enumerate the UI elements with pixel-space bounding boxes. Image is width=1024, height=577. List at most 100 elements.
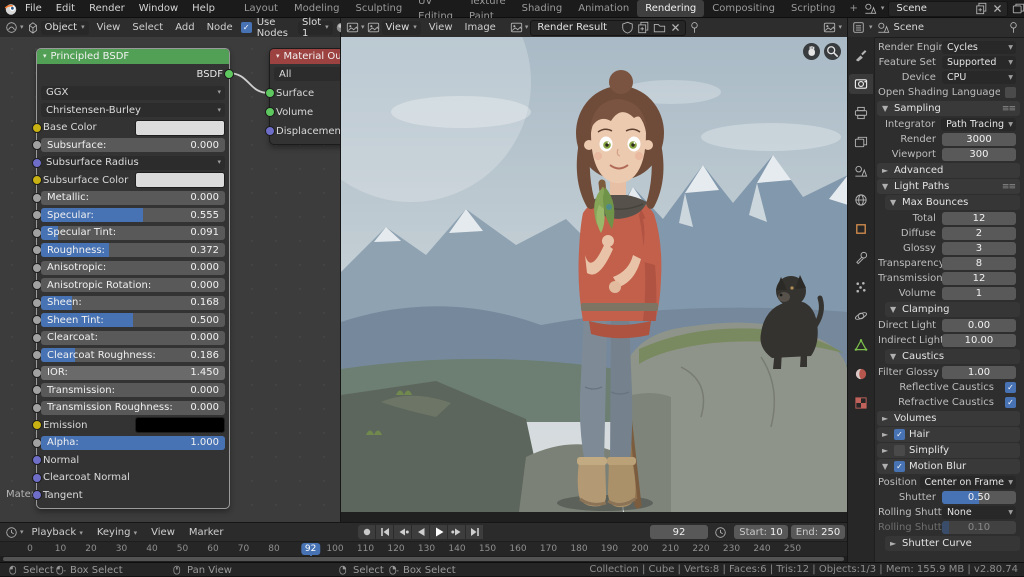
editor-type-chevron[interactable]: ▾ <box>20 529 24 536</box>
input-socket[interactable] <box>265 126 275 136</box>
prop-rolling-shutter-dropdown[interactable]: None▾ <box>942 506 1016 519</box>
workspace-tab-modeling[interactable]: Modeling <box>286 0 348 17</box>
shader-menu-node[interactable]: Node <box>201 18 239 37</box>
image-datablock-field[interactable]: Render Result <box>530 20 686 36</box>
prop-shutter-curve-section[interactable]: ►Shutter Curve <box>885 536 1020 551</box>
principled-row-anisotropic-rotation[interactable]: Anisotropic Rotation:0.000 <box>41 278 225 292</box>
color-swatch[interactable] <box>135 417 225 433</box>
input-socket[interactable] <box>32 490 42 500</box>
properties-tab-physics[interactable] <box>849 306 873 326</box>
properties-tab-tool[interactable] <box>849 45 873 65</box>
prop-hair-checkbox[interactable]: ✓ <box>894 429 905 440</box>
prop-simplify-checkbox[interactable] <box>894 445 905 456</box>
scene-icon[interactable] <box>864 2 877 15</box>
display-channels-chevron[interactable]: ▾ <box>838 24 842 31</box>
preset-menu-icon[interactable]: ≡≡ <box>1002 182 1015 192</box>
output-target-row[interactable]: All <box>274 67 340 81</box>
menu-help[interactable]: Help <box>185 0 222 18</box>
frame-end-field[interactable]: End:250 <box>791 525 845 539</box>
zoom-view-button[interactable] <box>824 43 841 60</box>
prop-refractive-caustics-checkbox[interactable]: ✓ <box>1005 397 1016 408</box>
pan-view-button[interactable] <box>803 43 820 60</box>
shader-menu-add[interactable]: Add <box>169 18 200 37</box>
view-menu[interactable]: View <box>145 523 181 542</box>
input-socket[interactable] <box>265 88 275 98</box>
prop-clamping-section[interactable]: ▼Clamping <box>885 302 1020 317</box>
prop-diffuse-value[interactable]: 2 <box>942 227 1016 240</box>
properties-tab-texture[interactable] <box>849 393 873 413</box>
prop-sampling-section[interactable]: ▼Sampling≡≡ <box>877 101 1020 116</box>
bsdf-output-socket[interactable] <box>224 69 234 79</box>
properties-tab-output[interactable] <box>849 103 873 123</box>
duplicate-icon[interactable] <box>975 2 988 15</box>
image-editor-canvas[interactable] <box>341 37 847 522</box>
playback-menu[interactable]: Playback ▾ <box>26 523 89 542</box>
principled-row-clearcoat-roughness[interactable]: Clearcoat Roughness:0.186 <box>41 348 225 362</box>
prop-volume-value[interactable]: 1 <box>942 287 1016 300</box>
add-workspace-button[interactable]: + <box>843 3 863 14</box>
prop-hair-section[interactable]: ►✓Hair <box>877 427 1020 442</box>
close-icon[interactable] <box>669 21 682 34</box>
principled-row-base-color[interactable]: Base Color <box>41 121 225 135</box>
shader-mode-dropdown[interactable]: Object▾ <box>41 21 89 35</box>
play-button[interactable] <box>430 525 447 539</box>
view-layer-icon[interactable] <box>1012 2 1024 15</box>
input-socket[interactable] <box>32 123 42 133</box>
new-image-icon[interactable] <box>637 21 650 34</box>
principled-bsdf-node[interactable]: ▾ Principled BSDF BSDF GGX▾Christensen-B… <box>36 48 230 509</box>
menu-render[interactable]: Render <box>82 0 132 18</box>
frame-start-field[interactable]: Start:10 <box>734 525 788 539</box>
input-socket[interactable] <box>265 107 275 117</box>
image-editor-type-icon[interactable] <box>346 21 359 34</box>
menu-window[interactable]: Window <box>132 0 185 18</box>
principled-row-ior[interactable]: IOR:1.450 <box>41 366 225 380</box>
principled-row-transmission-roughness[interactable]: Transmission Roughness:0.000 <box>41 401 225 415</box>
pin-icon[interactable] <box>1007 21 1020 34</box>
prop-shutter-slider[interactable]: 0.50 <box>942 491 1016 504</box>
properties-editor-type-icon[interactable] <box>852 21 865 34</box>
principled-row-subsurface-radius[interactable]: Subsurface Radius▾ <box>41 156 225 170</box>
input-socket[interactable] <box>32 455 42 465</box>
principled-row-alpha[interactable]: Alpha:1.000 <box>41 436 225 450</box>
display-mode-dropdown[interactable]: View▾ <box>382 21 421 35</box>
current-frame-field[interactable]: 92 <box>650 525 708 539</box>
prev-keyframe-button[interactable] <box>394 525 411 539</box>
prop-rolling-shutter-dur-slider[interactable]: 0.10 <box>942 521 1016 534</box>
output-input-surface[interactable]: Surface <box>274 86 340 100</box>
workspace-tab-rendering[interactable]: Rendering <box>637 0 704 17</box>
scene-selector[interactable]: Scene <box>888 1 1008 17</box>
prop-filter-glossy-value[interactable]: 1.00 <box>942 366 1016 379</box>
blender-logo-icon[interactable] <box>4 2 18 16</box>
input-socket[interactable] <box>32 175 42 185</box>
principled-row-tangent[interactable]: Tangent <box>41 488 225 502</box>
properties-tab-material[interactable] <box>849 364 873 384</box>
clock-icon[interactable] <box>714 526 727 539</box>
prop-transmission-value[interactable]: 12 <box>942 272 1016 285</box>
workspace-tab-sculpting[interactable]: Sculpting <box>347 0 410 17</box>
prop-open-shading-language-checkbox[interactable] <box>1005 87 1016 98</box>
color-swatch[interactable] <box>135 120 225 136</box>
workspace-tab-shading[interactable]: Shading <box>514 0 571 17</box>
principled-row-normal[interactable]: Normal <box>41 453 225 467</box>
jump-first-button[interactable] <box>376 525 393 539</box>
use-nodes-checkbox[interactable]: ✓ <box>241 22 252 33</box>
prop-light-paths-section[interactable]: ▼Light Paths≡≡ <box>877 179 1020 194</box>
output-input-volume[interactable]: Volume <box>274 105 340 119</box>
prop-feature-set-dropdown[interactable]: Supported▾ <box>942 56 1016 69</box>
principled-row-christensen-burley[interactable]: Christensen-Burley▾ <box>41 103 225 117</box>
output-input-displacement[interactable]: Displacement <box>274 124 340 138</box>
prop-motion-blur-checkbox[interactable]: ✓ <box>894 461 905 472</box>
timeline-editor-type-icon[interactable] <box>5 526 18 539</box>
playhead-current-frame[interactable]: 92 <box>301 543 320 555</box>
prop-advanced-section[interactable]: ►Advanced <box>877 163 1020 178</box>
prop-max-bounces-section[interactable]: ▼Max Bounces <box>885 195 1020 210</box>
principled-row-metallic[interactable]: Metallic:0.000 <box>41 191 225 205</box>
marker-menu[interactable]: Marker <box>183 523 230 542</box>
prop-indirect-light-value[interactable]: 10.00 <box>942 334 1016 347</box>
material-output-node[interactable]: ▾ Material Output All SurfaceVolumeDispl… <box>269 48 340 145</box>
record-button[interactable] <box>358 525 375 539</box>
prop-device-dropdown[interactable]: CPU▾ <box>942 71 1016 84</box>
next-keyframe-button[interactable] <box>448 525 465 539</box>
prop-volumes-section[interactable]: ►Volumes <box>877 411 1020 426</box>
input-socket[interactable] <box>32 420 42 430</box>
